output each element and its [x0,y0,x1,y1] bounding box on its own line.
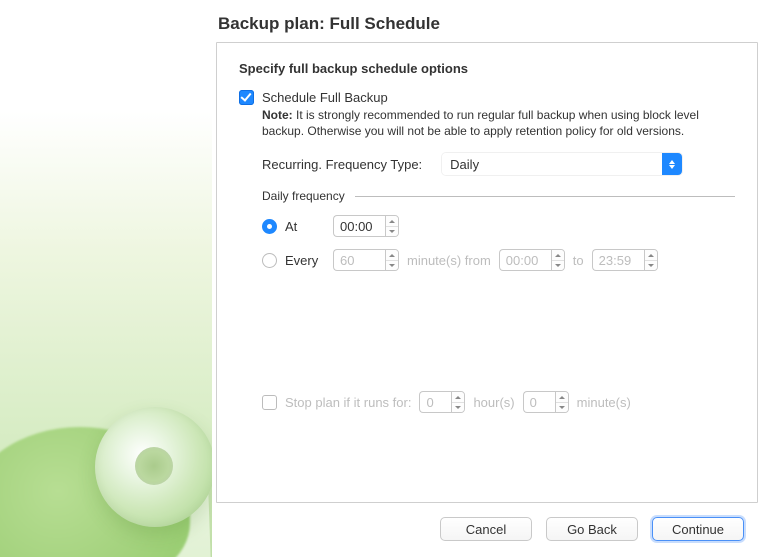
stop-minutes-stepper[interactable] [523,391,569,413]
stepper-buttons[interactable] [555,391,569,413]
to-label: to [573,253,584,268]
stepper-up-icon[interactable] [386,216,398,226]
stepper-up-icon[interactable] [386,250,398,260]
divider-line [355,196,735,197]
every-to-stepper[interactable] [592,249,658,271]
schedule-full-backup-checkbox[interactable] [239,90,254,105]
frequency-type-select[interactable]: Daily [442,153,682,175]
stepper-buttons[interactable] [451,391,465,413]
at-time-input[interactable] [333,215,385,237]
every-from-stepper[interactable] [499,249,565,271]
at-radio[interactable] [262,219,277,234]
stepper-buttons[interactable] [644,249,658,271]
every-radio[interactable] [262,253,277,268]
stop-hours-unit: hour(s) [473,395,514,410]
stop-hours-input[interactable] [419,391,451,413]
go-back-button[interactable]: Go Back [546,517,638,541]
stop-minutes-input[interactable] [523,391,555,413]
stop-plan-checkbox[interactable] [262,395,277,410]
page-title: Backup plan: Full Schedule [218,14,758,34]
at-time-stepper[interactable] [333,215,399,237]
schedule-note: Note: It is strongly recommended to run … [262,107,735,139]
every-to-input[interactable] [592,249,644,271]
daily-frequency-legend: Daily frequency [262,189,345,203]
stepper-up-icon[interactable] [552,250,564,260]
stepper-down-icon[interactable] [452,402,464,413]
frequency-type-value: Daily [442,153,662,175]
stepper-up-icon[interactable] [452,392,464,402]
stop-minutes-unit: minute(s) [577,395,631,410]
stepper-down-icon[interactable] [556,402,568,413]
at-radio-label: At [285,219,325,234]
stepper-down-icon[interactable] [386,260,398,271]
cancel-button[interactable]: Cancel [440,517,532,541]
every-value-input[interactable] [333,249,385,271]
stepper-down-icon[interactable] [552,260,564,271]
stepper-buttons[interactable] [385,249,399,271]
stop-hours-stepper[interactable] [419,391,465,413]
every-value-stepper[interactable] [333,249,399,271]
every-from-input[interactable] [499,249,551,271]
stop-plan-label: Stop plan if it runs for: [285,395,411,410]
note-text: It is strongly recommended to run regula… [262,108,699,138]
disc-icon [95,407,212,527]
schedule-full-backup-label: Schedule Full Backup [262,90,735,105]
select-arrows-icon [662,153,682,175]
wizard-footer: Cancel Go Back Continue [216,503,758,557]
stepper-buttons[interactable] [385,215,399,237]
options-panel: Specify full backup schedule options Sch… [216,42,758,503]
note-prefix: Note: [262,108,293,122]
stepper-buttons[interactable] [551,249,565,271]
frequency-type-label: Recurring. Frequency Type: [262,157,422,172]
every-unit-label: minute(s) from [407,253,491,268]
stepper-down-icon[interactable] [386,226,398,237]
every-radio-label: Every [285,253,325,268]
continue-button[interactable]: Continue [652,517,744,541]
panel-subtitle: Specify full backup schedule options [239,61,735,76]
stepper-up-icon[interactable] [645,250,657,260]
stepper-down-icon[interactable] [645,260,657,271]
wizard-sidebar [0,0,212,557]
stepper-up-icon[interactable] [556,392,568,402]
